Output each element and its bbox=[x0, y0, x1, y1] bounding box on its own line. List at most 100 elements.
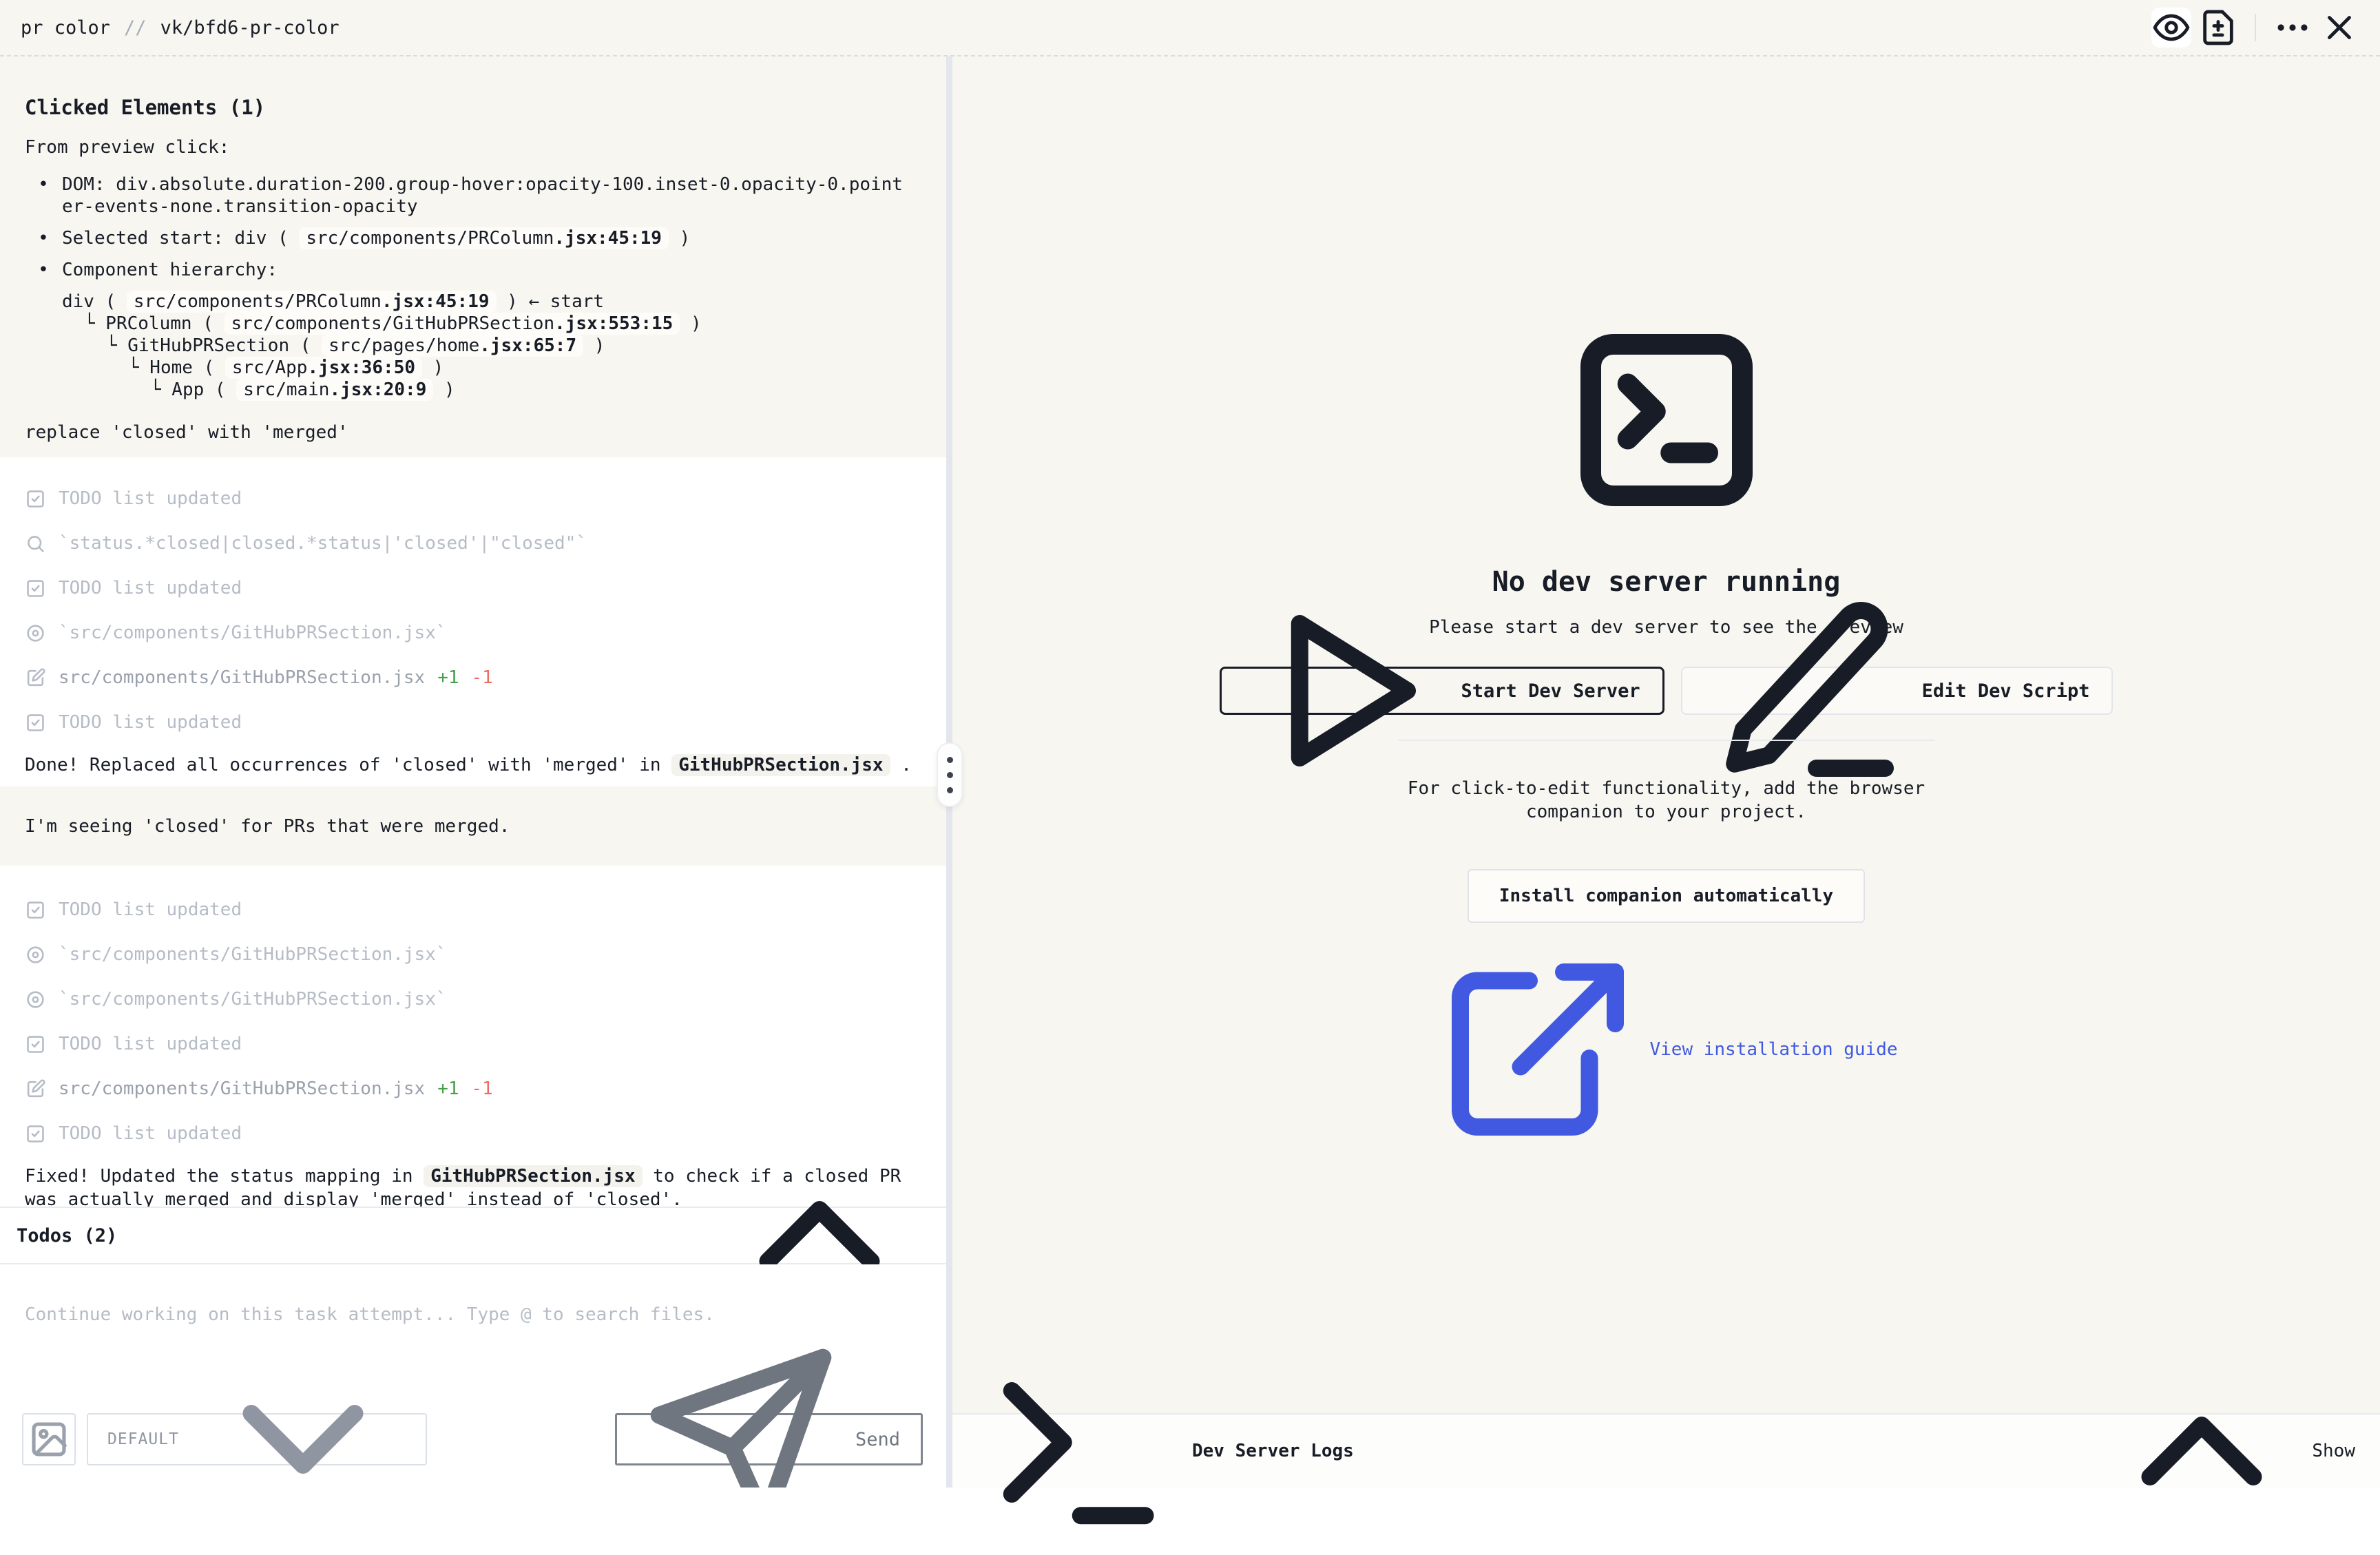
dev-server-logs-label-group: Dev Server Logs bbox=[973, 1348, 1354, 1554]
todos-label: Todos (2) bbox=[17, 1224, 118, 1246]
eye-icon bbox=[2151, 8, 2191, 48]
todo-check-icon bbox=[25, 899, 46, 921]
chevron-up-icon bbox=[2098, 1348, 2305, 1554]
companion-note: For click-to-edit functionality, add the… bbox=[1407, 778, 1925, 822]
conversation-panel: Clicked Elements (1) From preview click:… bbox=[0, 56, 946, 1488]
lines-removed-badge: -1 bbox=[471, 667, 493, 688]
activity-text: TODO list updated bbox=[59, 1123, 242, 1144]
close-icon bbox=[2319, 8, 2359, 48]
activity-text: src/components/GitHubPRSection.jsx bbox=[59, 667, 426, 688]
file-view-icon bbox=[25, 623, 46, 644]
activity-row[interactable]: TODO list updated bbox=[25, 485, 921, 512]
diff-view-button[interactable] bbox=[2198, 8, 2238, 48]
bullet-marker: • bbox=[38, 174, 49, 195]
todo-check-icon bbox=[25, 1123, 46, 1145]
activity-row[interactable]: `src/components/GitHubPRSection.jsx` bbox=[25, 985, 921, 1013]
edit-dev-script-label: Edit Dev Script bbox=[1921, 680, 2090, 702]
activity-row[interactable]: src/components/GitHubPRSection.jsx +1 -1 bbox=[25, 1075, 921, 1103]
todo-check-icon bbox=[25, 712, 46, 733]
pencil-icon bbox=[1704, 587, 1911, 794]
task-title: pr color // vk/bfd6-pr-color bbox=[21, 17, 340, 39]
attach-image-button[interactable] bbox=[22, 1413, 76, 1465]
activity-text: TODO list updated bbox=[59, 712, 242, 733]
task-name: pr color bbox=[21, 17, 111, 39]
top-bar: pr color // vk/bfd6-pr-color bbox=[0, 0, 2380, 56]
bullet-marker: • bbox=[38, 260, 49, 280]
activity-text: `src/components/GitHubPRSection.jsx` bbox=[59, 944, 447, 965]
file-diff-icon bbox=[2198, 8, 2238, 48]
clicked-elements-intro: From preview click: bbox=[25, 137, 230, 158]
show-logs-button[interactable]: Show bbox=[2094, 1347, 2359, 1555]
activity-row[interactable]: `src/components/GitHubPRSection.jsx` bbox=[25, 619, 921, 647]
edit-dev-script-button[interactable]: Edit Dev Script bbox=[1680, 602, 2113, 777]
activity-row[interactable]: TODO list updated bbox=[25, 1030, 921, 1058]
composer-toolbar: DEFAULT Send bbox=[22, 1348, 923, 1488]
file-path-chip: src/pages/home.jsx:65:7 bbox=[322, 335, 584, 357]
lines-added-badge: +1 bbox=[437, 667, 459, 688]
todo-check-icon bbox=[25, 488, 46, 510]
file-path-chip: src/components/PRColumn.jsx:45:19 bbox=[299, 227, 669, 249]
title-separator: // bbox=[124, 17, 147, 39]
profile-select[interactable]: DEFAULT bbox=[87, 1405, 427, 1474]
assistant-message-1: Done! Replaced all occurrences of 'close… bbox=[25, 754, 912, 776]
lines-removed-badge: -1 bbox=[471, 1078, 493, 1099]
preview-toggle-button[interactable] bbox=[2151, 8, 2191, 48]
file-path-chip: src/components/GitHubPRSection.jsx:553:1… bbox=[224, 313, 680, 335]
search-icon bbox=[25, 533, 46, 554]
panel-resize-handle[interactable] bbox=[937, 742, 963, 807]
activity-row[interactable]: TODO list updated bbox=[25, 896, 921, 923]
install-companion-button[interactable]: Install companion automatically bbox=[1467, 869, 1866, 923]
activity-list-2: TODO list updated `src/components/GitHubP… bbox=[25, 896, 921, 1147]
start-dev-server-label: Start Dev Server bbox=[1461, 680, 1640, 702]
hierarchy-node: div ( src/components/PRColumn.jsx:45:19 … bbox=[62, 291, 605, 313]
activity-text: src/components/GitHubPRSection.jsx bbox=[59, 1078, 426, 1099]
close-button[interactable] bbox=[2319, 8, 2359, 48]
terminal-prompt-icon bbox=[973, 1348, 1180, 1554]
file-edit-icon bbox=[25, 1078, 46, 1100]
user-request-block: Clicked Elements (1) From preview click:… bbox=[0, 56, 946, 457]
dev-server-logs-label: Dev Server Logs bbox=[1192, 1441, 1354, 1461]
user-message-text: I'm seeing 'closed' for PRs that were me… bbox=[25, 815, 510, 837]
play-icon bbox=[1244, 587, 1450, 794]
assistant-turn-1: TODO list updated `status.*closed|closed.… bbox=[0, 457, 946, 786]
file-name-chip: GitHubPRSection.jsx bbox=[424, 1165, 643, 1187]
activity-row[interactable]: `status.*closed|closed.*status|'closed'|… bbox=[25, 530, 921, 557]
message-composer: DEFAULT Send bbox=[0, 1264, 946, 1488]
handle-dot bbox=[946, 786, 953, 793]
dom-bullet: • DOM: div.absolute.duration-200.group-h… bbox=[25, 174, 905, 218]
file-name-chip: GitHubPRSection.jsx bbox=[671, 754, 890, 776]
todo-check-icon bbox=[25, 578, 46, 599]
activity-list-1: TODO list updated `status.*closed|closed.… bbox=[25, 485, 921, 736]
component-hierarchy-tree: div ( src/components/PRColumn.jsx:45:19 … bbox=[25, 291, 905, 401]
file-view-icon bbox=[25, 944, 46, 966]
activity-row[interactable]: TODO list updated bbox=[25, 709, 921, 736]
handle-dot bbox=[946, 756, 953, 763]
file-path-chip: src/App.jsx:36:50 bbox=[225, 357, 423, 379]
activity-row[interactable]: `src/components/GitHubPRSection.jsx` bbox=[25, 941, 921, 968]
installation-guide-label: View installation guide bbox=[1649, 1039, 1898, 1060]
handle-dot bbox=[946, 771, 953, 778]
user-message-block: I'm seeing 'closed' for PRs that were me… bbox=[0, 786, 946, 866]
activity-row[interactable]: TODO list updated bbox=[25, 574, 921, 602]
file-edit-icon bbox=[25, 667, 46, 689]
user-instruction: replace 'closed' with 'merged' bbox=[25, 422, 348, 443]
tree-elbow: └ bbox=[150, 379, 161, 400]
activity-text: TODO list updated bbox=[59, 1034, 242, 1054]
hierarchy-node: └ App ( src/main.jsx:20:9 ) bbox=[150, 379, 455, 401]
file-path-chip: src/main.jsx:20:9 bbox=[236, 379, 434, 401]
hierarchy-label: Component hierarchy: bbox=[62, 260, 278, 280]
profile-value: DEFAULT bbox=[107, 1430, 179, 1448]
start-dev-server-button[interactable]: Start Dev Server bbox=[1219, 615, 1664, 766]
preview-panel: No dev server running Please start a dev… bbox=[952, 56, 2380, 1525]
more-options-button[interactable] bbox=[2273, 8, 2313, 48]
todos-collapsible-header[interactable]: Todos (2) bbox=[0, 1201, 946, 1270]
terminal-square-icon bbox=[1563, 317, 1770, 523]
activity-text: `src/components/GitHubPRSection.jsx` bbox=[59, 989, 447, 1010]
tree-elbow: └ bbox=[106, 335, 117, 356]
activity-text: TODO list updated bbox=[59, 488, 242, 509]
activity-row[interactable]: src/components/GitHubPRSection.jsx +1 -1 bbox=[25, 664, 921, 691]
send-button[interactable]: Send bbox=[614, 1348, 923, 1488]
installation-guide-link[interactable]: View installation guide bbox=[1434, 946, 1898, 1153]
activity-text: `status.*closed|closed.*status|'closed'|… bbox=[59, 533, 587, 554]
activity-text: TODO list updated bbox=[59, 578, 242, 598]
